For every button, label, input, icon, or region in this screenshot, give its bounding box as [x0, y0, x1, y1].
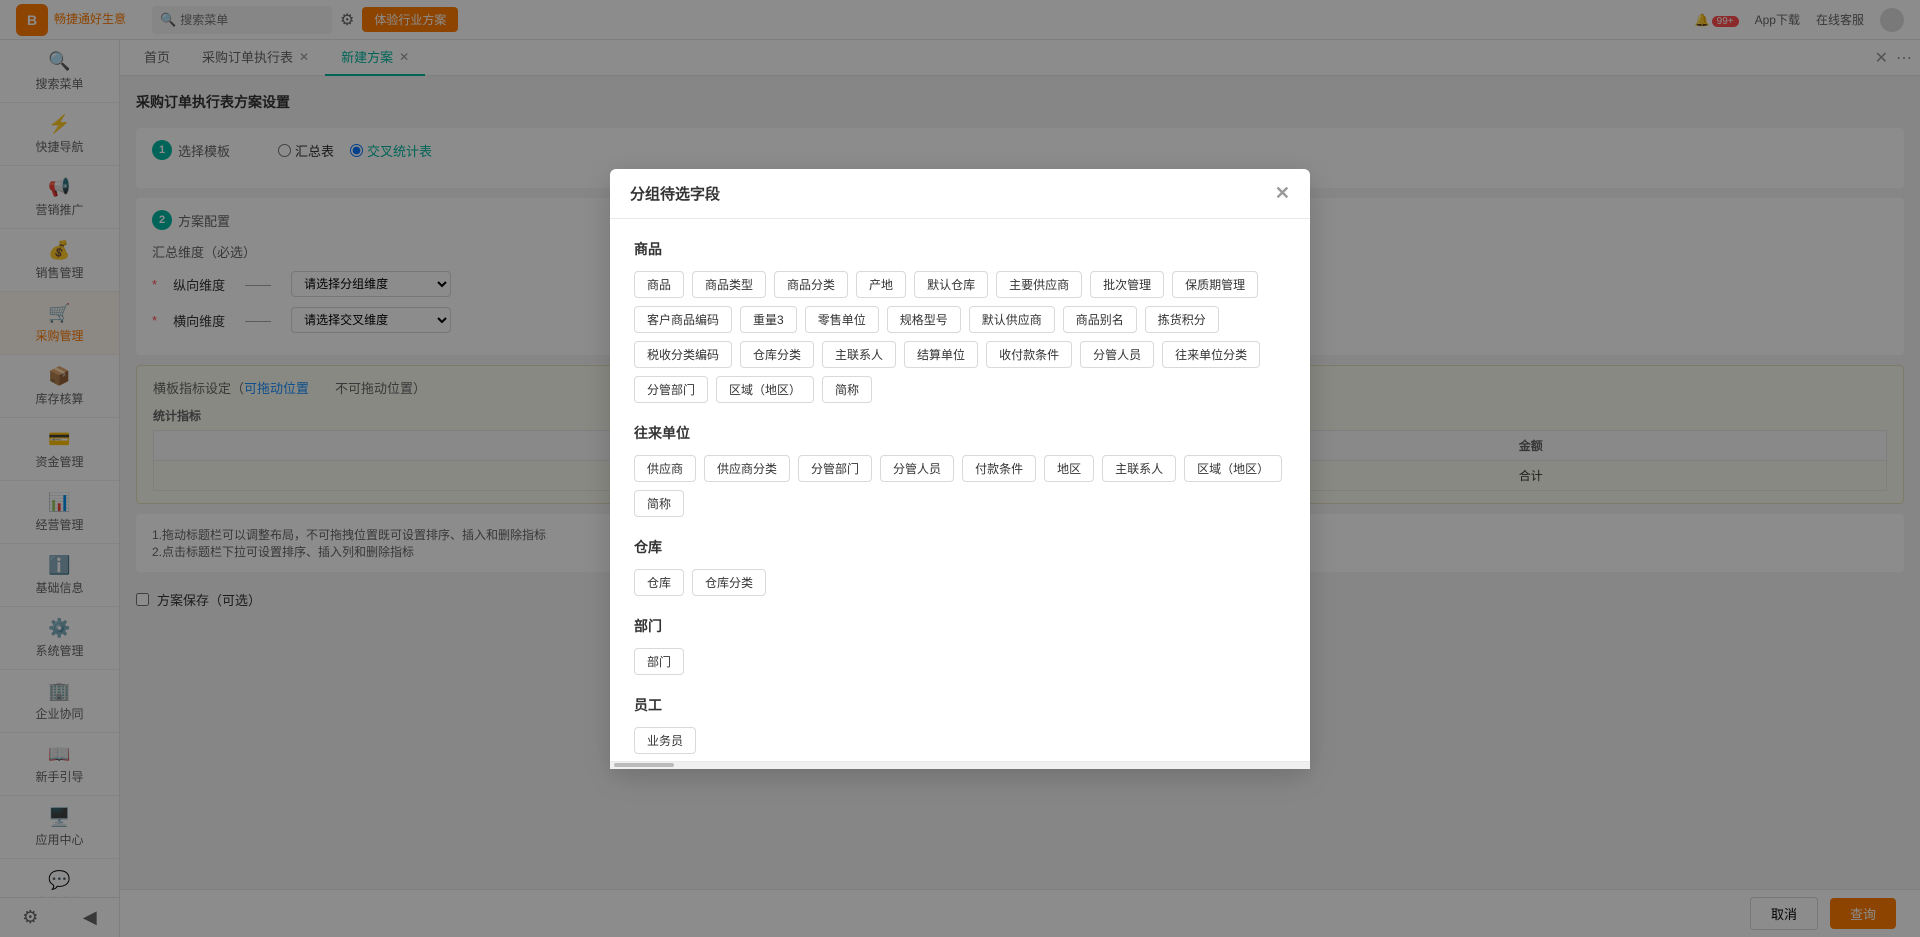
field-tag-default-supplier[interactable]: 默认供应商 [969, 306, 1055, 333]
field-tag-product-item[interactable]: 商品 [634, 271, 684, 298]
field-tag-payment-terms[interactable]: 收付款条件 [986, 341, 1072, 368]
group-title-department: 部门 [634, 612, 1286, 636]
modal-title: 分组待选字段 [630, 183, 720, 204]
field-tag-warehouse-cat[interactable]: 仓库分类 [740, 341, 814, 368]
field-tag-region[interactable]: 区域（地区） [716, 376, 814, 403]
field-tag-supplier[interactable]: 供应商 [634, 455, 696, 482]
group-title-warehouse: 仓库 [634, 533, 1286, 557]
modal-hscroll-bar [614, 763, 674, 767]
field-tags-product: 商品 商品类型 商品分类 产地 默认仓库 主要供应商 批次管理 保质期管理 客户… [634, 271, 1286, 403]
field-tag-trade-area[interactable]: 区域（地区） [1184, 455, 1282, 482]
field-tag-warehouse[interactable]: 仓库 [634, 569, 684, 596]
field-tag-sales-staff[interactable]: 业务员 [634, 727, 696, 754]
field-tag-trade-unit-cat[interactable]: 往来单位分类 [1162, 341, 1260, 368]
field-tag-department[interactable]: 部门 [634, 648, 684, 675]
field-tag-product-category[interactable]: 商品分类 [774, 271, 848, 298]
field-tag-spec-model[interactable]: 规格型号 [887, 306, 961, 333]
modal-body[interactable]: 商品 商品 商品类型 商品分类 产地 默认仓库 主要供应商 批次管理 保质期管理… [610, 219, 1310, 761]
field-tag-trade-region[interactable]: 地区 [1044, 455, 1094, 482]
group-title-product: 商品 [634, 235, 1286, 259]
field-tags-department: 部门 [634, 648, 1286, 675]
modal-close-icon[interactable]: ✕ [1275, 184, 1290, 202]
field-tag-tax-code[interactable]: 税收分类编码 [634, 341, 732, 368]
field-tags-trade: 供应商 供应商分类 分管部门 分管人员 付款条件 地区 主联系人 区域（地区） … [634, 455, 1286, 517]
field-tag-abbr[interactable]: 简称 [822, 376, 872, 403]
field-tag-product-type[interactable]: 商品类型 [692, 271, 766, 298]
field-tag-origin[interactable]: 产地 [856, 271, 906, 298]
field-tag-default-warehouse[interactable]: 默认仓库 [914, 271, 988, 298]
field-tag-pick-points[interactable]: 拣货积分 [1145, 306, 1219, 333]
field-tag-settlement-unit[interactable]: 结算单位 [904, 341, 978, 368]
modal-hscroll[interactable] [610, 761, 1310, 769]
field-tag-batch-mgmt[interactable]: 批次管理 [1090, 271, 1164, 298]
field-tag-customer-code[interactable]: 客户商品编码 [634, 306, 732, 333]
field-tag-trade-contact[interactable]: 主联系人 [1102, 455, 1176, 482]
field-tag-main-supplier[interactable]: 主要供应商 [996, 271, 1082, 298]
field-tag-weight3[interactable]: 重量3 [740, 306, 797, 333]
modal-header: 分组待选字段 ✕ [610, 169, 1310, 219]
modal: 分组待选字段 ✕ 商品 商品 商品类型 商品分类 产地 默认仓库 主要供应商 批… [610, 169, 1310, 769]
group-title-staff: 员工 [634, 691, 1286, 715]
field-tag-warehouse-category[interactable]: 仓库分类 [692, 569, 766, 596]
field-tag-supervisor[interactable]: 分管人员 [1080, 341, 1154, 368]
field-tags-warehouse: 仓库 仓库分类 [634, 569, 1286, 596]
field-tag-shelf-life[interactable]: 保质期管理 [1172, 271, 1258, 298]
field-tag-product-alias[interactable]: 商品别名 [1063, 306, 1137, 333]
field-tag-trade-supervisor[interactable]: 分管人员 [880, 455, 954, 482]
modal-overlay: 分组待选字段 ✕ 商品 商品 商品类型 商品分类 产地 默认仓库 主要供应商 批… [0, 0, 1920, 937]
field-tags-staff: 业务员 [634, 727, 1286, 754]
field-tag-payment-cond[interactable]: 付款条件 [962, 455, 1036, 482]
field-tag-trade-dept[interactable]: 分管部门 [798, 455, 872, 482]
field-tag-retail-unit[interactable]: 零售单位 [805, 306, 879, 333]
field-tag-dept[interactable]: 分管部门 [634, 376, 708, 403]
field-tag-supplier-cat[interactable]: 供应商分类 [704, 455, 790, 482]
field-tag-main-contact[interactable]: 主联系人 [822, 341, 896, 368]
group-title-trade: 往来单位 [634, 419, 1286, 443]
field-tag-trade-abbr[interactable]: 简称 [634, 490, 684, 517]
